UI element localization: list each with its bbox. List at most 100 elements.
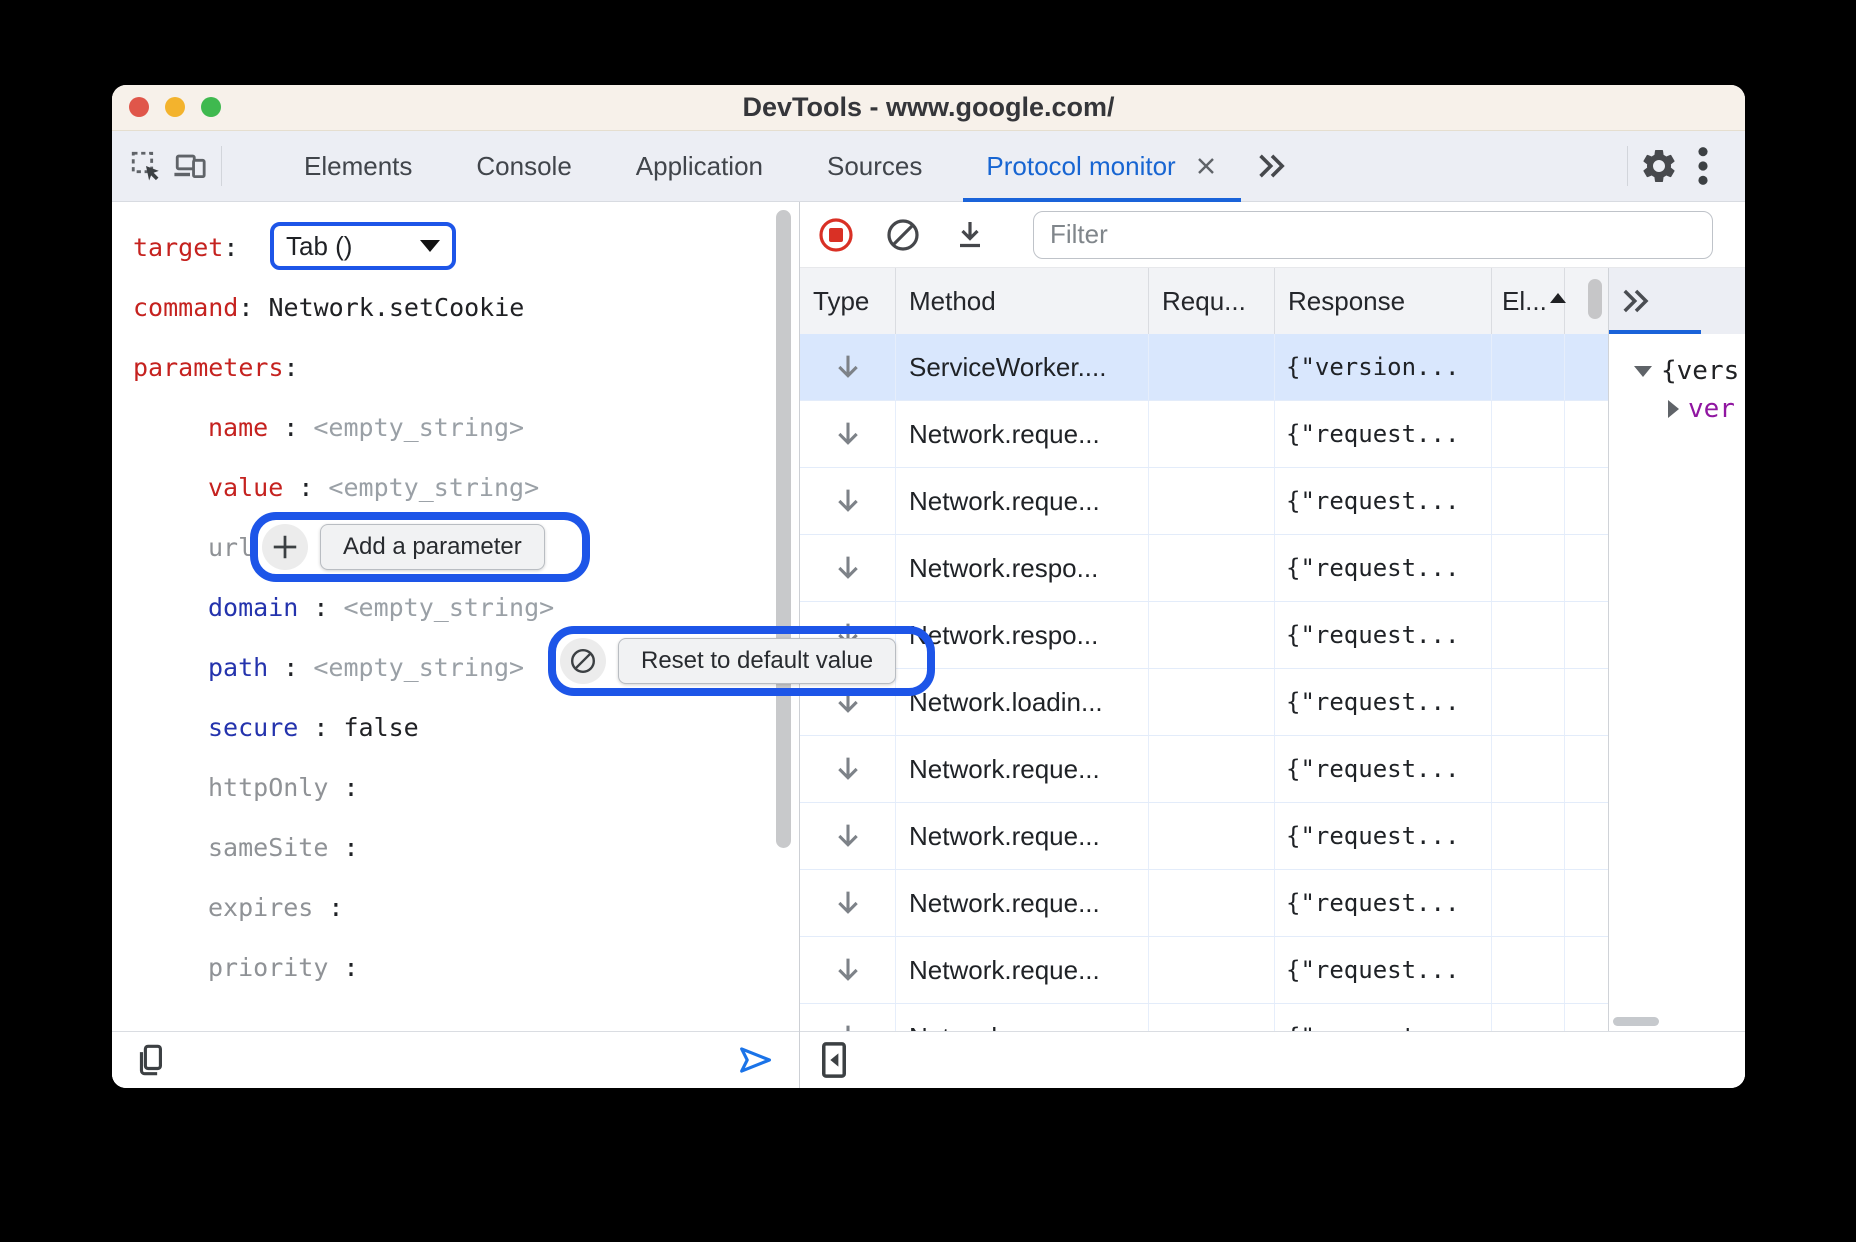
tree-node-property: ver (1688, 394, 1735, 424)
copy-command-button[interactable] (128, 1040, 168, 1080)
expanded-triangle-icon[interactable] (1634, 366, 1652, 377)
editor-line[interactable]: priority : (112, 937, 783, 997)
sidebar-header (1609, 268, 1745, 334)
response-cell: {"request... (1275, 937, 1492, 1003)
column-header-elapsed[interactable]: El... (1492, 268, 1565, 334)
settings-button[interactable] (1637, 144, 1681, 188)
more-options-button[interactable] (1681, 144, 1725, 188)
minimize-window-button[interactable] (165, 97, 185, 117)
editor-line[interactable]: name : <empty_string> (112, 397, 783, 457)
table-row[interactable]: Network.reque... {"request... (800, 736, 1608, 803)
sidebar-active-tab-underline (1609, 330, 1701, 334)
response-cell: {"request... (1275, 1004, 1492, 1032)
column-header-request[interactable]: Requ... (1149, 268, 1275, 334)
tab-protocol-monitor[interactable]: Protocol monitor (959, 131, 1244, 202)
tree-node-child[interactable]: ver (1634, 390, 1745, 428)
column-header-method[interactable]: Method (896, 268, 1149, 334)
elapsed-cell (1492, 736, 1565, 802)
clear-block-icon (883, 215, 923, 255)
toggle-device-toolbar-button[interactable] (168, 144, 212, 188)
tab-sources[interactable]: Sources (800, 131, 949, 202)
editor-line[interactable]: secure : false (112, 697, 783, 757)
editor-scrollbar-thumb[interactable] (776, 210, 791, 848)
clear-button[interactable] (883, 215, 923, 255)
method-cell: Network.reque... (896, 803, 1149, 869)
toggle-sidebar-button[interactable] (814, 1040, 854, 1080)
message-type-cell (800, 401, 896, 467)
tree-node-root[interactable]: {vers (1634, 352, 1745, 390)
tab-application[interactable]: Application (609, 131, 790, 202)
more-tabs-button[interactable] (1250, 144, 1294, 188)
close-tab-button[interactable] (1194, 154, 1218, 178)
table-row[interactable]: Network.reque... {"request... (800, 401, 1608, 468)
received-arrow-down-icon (832, 552, 864, 584)
table-row[interactable]: ServiceWorker.... {"version... (800, 334, 1608, 401)
parameter-key: priority (208, 953, 328, 982)
elapsed-cell (1492, 803, 1565, 869)
method-cell: ServiceWorker.... (896, 334, 1149, 400)
separator: : (283, 473, 328, 502)
separator: : (328, 953, 373, 982)
table-row[interactable]: Network.reque... {"request... (800, 468, 1608, 535)
received-arrow-down-icon (832, 351, 864, 383)
row-filler (1565, 736, 1608, 802)
table-row[interactable]: Network.reque... {"request... (800, 937, 1608, 1004)
column-header-response[interactable]: Response (1275, 268, 1492, 334)
method-cell: Network.respo... (896, 535, 1149, 601)
table-row[interactable]: Network.respo... {"request... (800, 1004, 1608, 1032)
target-selector[interactable]: Tab () (270, 222, 456, 270)
collapsed-triangle-icon[interactable] (1668, 400, 1679, 418)
close-window-button[interactable] (129, 97, 149, 117)
add-parameter-button[interactable]: Add a parameter (320, 524, 545, 570)
add-parameter-icon-button[interactable] (262, 524, 308, 570)
parameter-value: <empty_string> (328, 473, 539, 502)
filter-input[interactable] (1033, 211, 1713, 259)
parameter-key: target (133, 233, 223, 262)
record-button[interactable] (816, 215, 856, 255)
save-button[interactable] (950, 215, 990, 255)
sidebar-scrollbar-thumb[interactable] (1613, 1017, 1659, 1026)
expand-sidebar-icon[interactable] (1621, 287, 1651, 315)
editor-line[interactable]: value : <empty_string> (112, 457, 783, 517)
request-cell (1149, 937, 1275, 1003)
message-type-cell (800, 334, 896, 400)
command-editor[interactable]: target: command: Network.setCookie param… (112, 202, 783, 1032)
parameter-value: Network.setCookie (268, 293, 524, 322)
reset-icon-button[interactable] (560, 638, 606, 684)
row-filler (1565, 334, 1608, 400)
maximize-window-button[interactable] (201, 97, 221, 117)
method-cell: Network.reque... (896, 937, 1149, 1003)
elapsed-cell (1492, 602, 1565, 668)
elapsed-cell (1492, 401, 1565, 467)
table-row[interactable]: Network.respo... {"request... (800, 535, 1608, 602)
chevron-double-right-icon (1256, 152, 1288, 180)
editor-line[interactable]: parameters: (112, 337, 783, 397)
editor-line[interactable]: sameSite : (112, 817, 783, 877)
messages-table: Type Method Requ... Response El... (800, 268, 1745, 1032)
elapsed-cell (1492, 870, 1565, 936)
method-cell: Network.reque... (896, 736, 1149, 802)
editor-line[interactable]: expires : (112, 877, 783, 937)
tab-console[interactable]: Console (449, 131, 598, 202)
request-cell (1149, 535, 1275, 601)
inspect-element-button[interactable] (124, 144, 168, 188)
separator: : (223, 233, 238, 262)
editor-line[interactable]: command: Network.setCookie (112, 277, 783, 337)
request-cell (1149, 401, 1275, 467)
send-command-button[interactable] (735, 1040, 775, 1080)
reset-to-default-button[interactable]: Reset to default value (618, 638, 896, 684)
method-cell: Network.loadin... (896, 669, 1149, 735)
column-header-type[interactable]: Type (800, 268, 896, 334)
tab-elements[interactable]: Elements (277, 131, 439, 202)
received-arrow-down-icon (832, 887, 864, 919)
request-cell (1149, 736, 1275, 802)
parameter-key: domain (208, 593, 298, 622)
table-row[interactable]: Network.reque... {"request... (800, 870, 1608, 937)
table-scrollbar-thumb[interactable] (1588, 279, 1602, 319)
editor-line[interactable]: httpOnly : (112, 757, 783, 817)
table-row[interactable]: Network.reque... {"request... (800, 803, 1608, 870)
row-filler (1565, 401, 1608, 467)
separator: : (238, 293, 268, 322)
message-type-cell (800, 736, 896, 802)
message-type-cell (800, 1004, 896, 1032)
